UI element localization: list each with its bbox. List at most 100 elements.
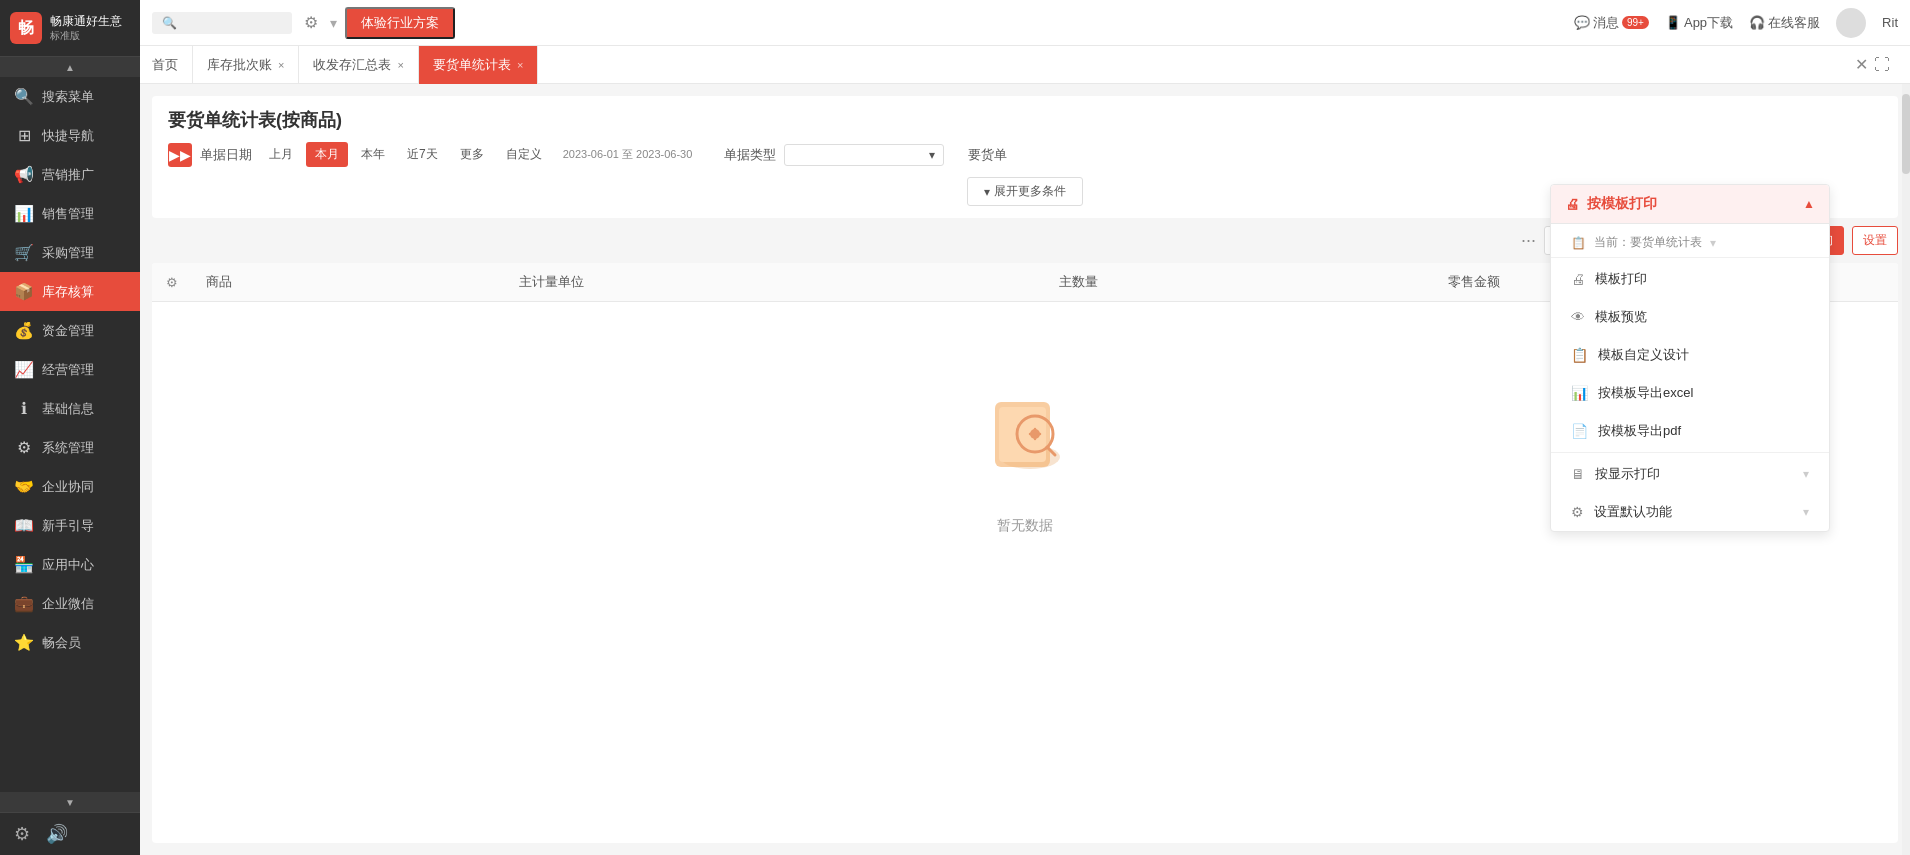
- expand-label: 展开更多条件: [994, 183, 1066, 200]
- settings-button[interactable]: 设置: [1852, 226, 1898, 255]
- dropdown-item-template-print[interactable]: 🖨 模板打印: [1551, 260, 1829, 298]
- date-btn-more[interactable]: 更多: [451, 142, 493, 167]
- tab-close-icon[interactable]: ×: [517, 59, 523, 71]
- sidebar-item-marketing[interactable]: 📢 营销推广: [0, 155, 140, 194]
- tab-close-all-icon[interactable]: ✕: [1855, 55, 1868, 74]
- member-icon: ⭐: [14, 633, 34, 652]
- sidebar-item-search[interactable]: 🔍 搜索菜单: [0, 77, 140, 116]
- expand-more-button[interactable]: ▾ 展开更多条件: [967, 177, 1083, 206]
- sub-chevron-icon: ▾: [1803, 467, 1809, 481]
- sidebar-item-inventory[interactable]: 📦 库存核算: [0, 272, 140, 311]
- sidebar-item-system[interactable]: ⚙ 系统管理: [0, 428, 140, 467]
- sidebar-item-purchase[interactable]: 🛒 采购管理: [0, 233, 140, 272]
- template-preview-icon: 👁: [1571, 309, 1585, 325]
- page-scrollbar-thumb: [1902, 94, 1910, 174]
- tab-inventory-batch[interactable]: 库存批次账 ×: [193, 46, 299, 84]
- dropdown-item-label: 模板打印: [1595, 270, 1647, 288]
- dropdown-item-display-print[interactable]: 🖥 按显示打印 ▾: [1551, 455, 1829, 493]
- filter-expand-icon[interactable]: ▶▶: [168, 143, 192, 167]
- app-download-button[interactable]: 📱 App下载: [1665, 14, 1733, 32]
- sidebar-item-guide[interactable]: 📖 新手引导: [0, 506, 140, 545]
- sub-chevron-icon-2: ▾: [1803, 505, 1809, 519]
- dropdown-divider-2: [1551, 452, 1829, 453]
- sidebar-scroll-up[interactable]: ▲: [0, 57, 140, 77]
- table-col-unit: 主计量单位: [505, 263, 1045, 302]
- export-pdf-icon: 📄: [1571, 423, 1588, 439]
- sidebar-items: 🔍 搜索菜单 ⊞ 快捷导航 📢 营销推广 📊 销售管理 🛒 采购管理 📦 库存核…: [0, 77, 140, 792]
- sidebar-scroll-down[interactable]: ▼: [0, 792, 140, 812]
- sidebar-item-wechat[interactable]: 💼 企业微信: [0, 584, 140, 623]
- table-settings-icon[interactable]: ⚙: [166, 275, 178, 290]
- dropdown-item-template-design[interactable]: 📋 模板自定义设计: [1551, 336, 1829, 374]
- tabs-bar: 首页 库存批次账 × 收发存汇总表 × 要货单统计表 × ✕ ⛶: [140, 46, 1910, 84]
- msg-button[interactable]: 💬 消息 99+: [1574, 14, 1649, 32]
- sidebar-item-label: 新手引导: [42, 517, 94, 535]
- sidebar-item-label: 搜索菜单: [42, 88, 94, 106]
- type-select[interactable]: ▾: [784, 144, 944, 166]
- inventory-icon: 📦: [14, 282, 34, 301]
- sidebar-item-collab[interactable]: 🤝 企业协同: [0, 467, 140, 506]
- tab-home[interactable]: 首页: [152, 46, 193, 84]
- settings-label: 设置: [1863, 232, 1887, 249]
- sidebar-item-operation[interactable]: 📈 经营管理: [0, 350, 140, 389]
- dropdown-item-template-preview[interactable]: 👁 模板预览: [1551, 298, 1829, 336]
- sidebar-item-member[interactable]: ⭐ 畅会员: [0, 623, 140, 662]
- table-col-qty: 主数量: [1045, 263, 1434, 302]
- username[interactable]: Rit: [1882, 15, 1898, 30]
- svg-point-4: [1030, 429, 1040, 439]
- settings-icon[interactable]: ⚙: [14, 823, 30, 845]
- table-col-settings[interactable]: ⚙: [152, 263, 192, 302]
- tab-close-icon[interactable]: ×: [397, 59, 403, 71]
- sidebar-item-nav[interactable]: ⊞ 快捷导航: [0, 116, 140, 155]
- headset-icon: 🎧: [1749, 15, 1765, 30]
- date-btn-this-month[interactable]: 本月: [306, 142, 348, 167]
- dropdown-sub-label: 按显示打印: [1595, 465, 1660, 483]
- sidebar-item-label: 营销推广: [42, 166, 94, 184]
- sidebar-item-basic[interactable]: ℹ 基础信息: [0, 389, 140, 428]
- sidebar: 畅 畅康通好生意 标准版 ▲ 🔍 搜索菜单 ⊞ 快捷导航 📢 营销推广 📊 销售…: [0, 0, 140, 855]
- sidebar-item-appstore[interactable]: 🏪 应用中心: [0, 545, 140, 584]
- table-col-goods: 商品: [192, 263, 505, 302]
- dropdown-item-set-default[interactable]: ⚙ 设置默认功能 ▾: [1551, 493, 1829, 531]
- date-btn-custom[interactable]: 自定义: [497, 142, 551, 167]
- page-scrollbar[interactable]: [1902, 84, 1910, 855]
- tab-order-stats[interactable]: 要货单统计表 ×: [419, 46, 538, 84]
- tab-expand-icon[interactable]: ⛶: [1874, 56, 1890, 74]
- main-content: 🔍 ⚙ ▾ 体验行业方案 💬 消息 99+ 📱 App下载 🎧 在线客服 Rit: [140, 0, 1910, 855]
- logo-icon: 畅: [10, 12, 42, 44]
- sidebar-item-finance[interactable]: 💰 资金管理: [0, 311, 140, 350]
- date-btn-7days[interactable]: 近7天: [398, 142, 447, 167]
- marketing-icon: 📢: [14, 165, 34, 184]
- topbar: 🔍 ⚙ ▾ 体验行业方案 💬 消息 99+ 📱 App下载 🎧 在线客服 Rit: [140, 0, 1910, 46]
- volume-icon[interactable]: 🔊: [46, 823, 68, 845]
- avatar[interactable]: [1836, 8, 1866, 38]
- dropdown-item-export-excel[interactable]: 📊 按模板导出excel: [1551, 374, 1829, 412]
- sidebar-item-label: 基础信息: [42, 400, 94, 418]
- tab-collect-summary[interactable]: 收发存汇总表 ×: [299, 46, 418, 84]
- dropdown-close-icon[interactable]: ▲: [1803, 197, 1815, 211]
- dropdown-item-export-pdf[interactable]: 📄 按模板导出pdf: [1551, 412, 1829, 450]
- sales-icon: 📊: [14, 204, 34, 223]
- sidebar-item-label: 采购管理: [42, 244, 94, 262]
- topbar-search[interactable]: 🔍: [152, 12, 292, 34]
- dropdown-divider: [1551, 257, 1829, 258]
- template-print-icon: 🖨: [1571, 271, 1585, 287]
- empty-text: 暂无数据: [997, 517, 1053, 535]
- app-download-label: App下载: [1684, 14, 1733, 32]
- app-logo: 畅 畅康通好生意 标准版: [0, 0, 140, 57]
- app-subtitle: 标准版: [50, 29, 122, 43]
- tab-close-icon[interactable]: ×: [278, 59, 284, 71]
- print-dropdown: 🖨 按模板打印 ▲ 📋 当前：要货单统计表 ▾ 🖨 模板打印 👁 模板预览: [1550, 184, 1830, 532]
- topbar-settings-icon[interactable]: ⚙: [300, 9, 322, 36]
- sidebar-item-sales[interactable]: 📊 销售管理: [0, 194, 140, 233]
- trial-button[interactable]: 体验行业方案: [345, 7, 455, 39]
- date-btn-prev-month[interactable]: 上月: [260, 142, 302, 167]
- tab-collect-summary-label: 收发存汇总表: [313, 56, 391, 74]
- action-dots[interactable]: ···: [1521, 230, 1536, 251]
- display-print-icon: 🖥: [1571, 466, 1585, 482]
- online-service-button[interactable]: 🎧 在线客服: [1749, 14, 1820, 32]
- date-btn-this-year[interactable]: 本年: [352, 142, 394, 167]
- page-title: 要货单统计表(按商品): [168, 108, 1882, 132]
- finance-icon: 💰: [14, 321, 34, 340]
- topbar-chevron[interactable]: ▾: [330, 15, 337, 31]
